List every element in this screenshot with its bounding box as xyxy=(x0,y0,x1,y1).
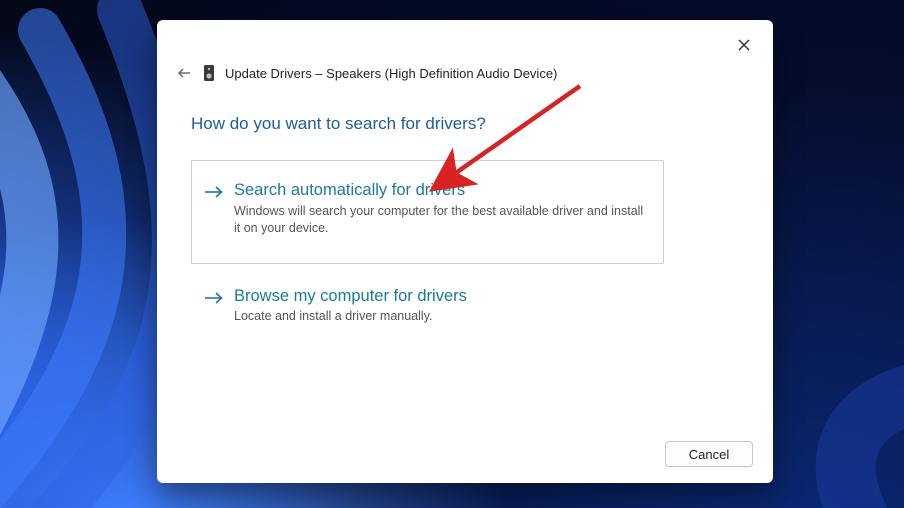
arrow-right-icon xyxy=(204,291,224,311)
option-title: Browse my computer for drivers xyxy=(234,287,649,307)
option-description: Windows will search your computer for th… xyxy=(234,203,649,237)
back-button[interactable] xyxy=(175,64,193,82)
dialog-footer: Cancel xyxy=(665,441,753,467)
back-arrow-icon xyxy=(177,66,191,80)
option-title: Search automatically for drivers xyxy=(234,181,649,201)
option-search-automatically[interactable]: Search automatically for drivers Windows… xyxy=(191,160,664,264)
question-heading: How do you want to search for drivers? xyxy=(191,114,486,134)
speaker-device-icon xyxy=(203,64,215,82)
arrow-right-icon xyxy=(204,185,224,205)
option-browse-computer[interactable]: Browse my computer for drivers Locate an… xyxy=(191,272,664,341)
dialog-header: Update Drivers – Speakers (High Definiti… xyxy=(175,64,755,82)
update-drivers-dialog: Update Drivers – Speakers (High Definiti… xyxy=(157,20,773,483)
options-list: Search automatically for drivers Windows… xyxy=(191,160,664,348)
close-icon xyxy=(738,39,750,51)
cancel-button[interactable]: Cancel xyxy=(665,441,753,467)
dialog-title: Update Drivers – Speakers (High Definiti… xyxy=(225,66,557,81)
option-description: Locate and install a driver manually. xyxy=(234,308,649,325)
close-button[interactable] xyxy=(733,34,755,56)
